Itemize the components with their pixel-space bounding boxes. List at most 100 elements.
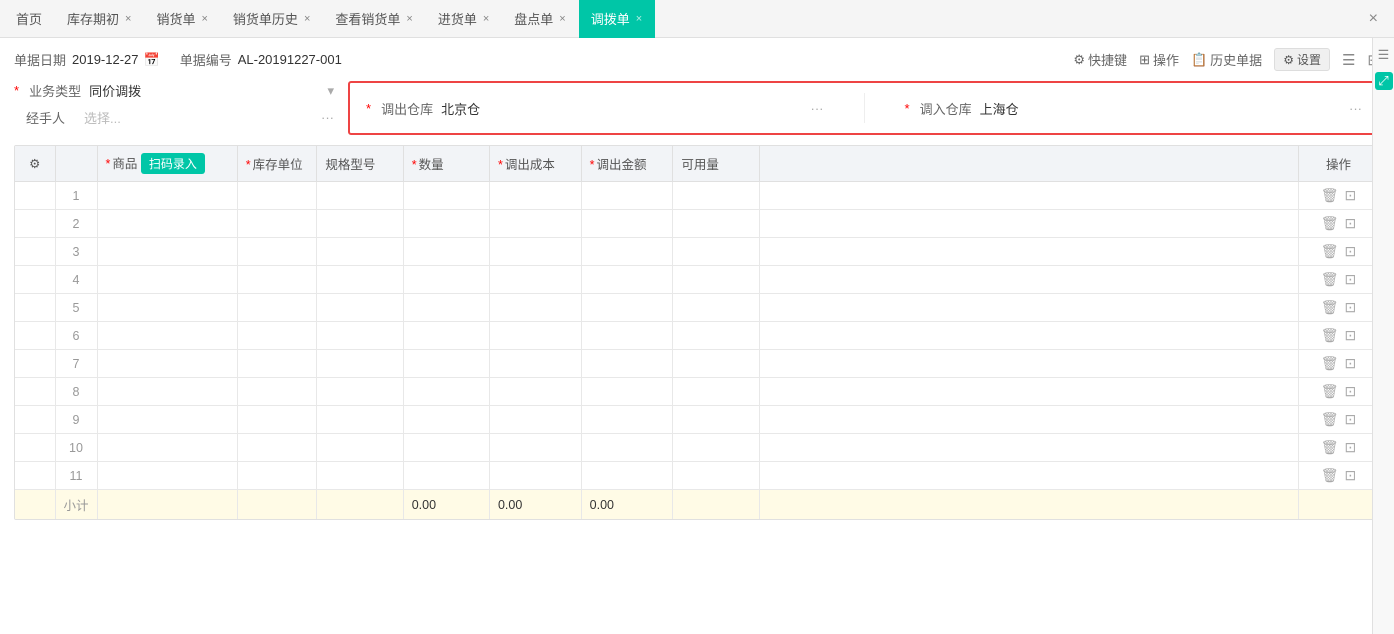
row-available-5[interactable] [673,294,759,322]
tab-transfer[interactable]: 调拨单 × [579,0,655,38]
calendar-icon[interactable]: 📅 [144,52,160,68]
row-cost-1[interactable] [489,182,581,210]
row-available-7[interactable] [673,350,759,378]
tab-sales-order[interactable]: 销货单 × [144,0,220,38]
ops-action[interactable]: ⊞ 操作 [1139,50,1179,69]
row-cost-2[interactable] [489,210,581,238]
in-warehouse-more-btn[interactable]: ··· [1349,101,1362,116]
row-product-6[interactable] [97,322,237,350]
row-spec-8[interactable] [317,378,403,406]
row-spec-4[interactable] [317,266,403,294]
row-unit-1[interactable] [237,182,317,210]
gear-icon[interactable]: ⚙ [29,157,40,171]
close-tab-stocktake[interactable]: × [559,13,565,25]
delete-icon-3[interactable]: 🗑 [1321,243,1339,260]
row-qty-8[interactable] [403,378,489,406]
copy-icon-11[interactable]: ⊡ [1345,467,1357,484]
close-tab-sales-history[interactable]: × [304,13,310,25]
row-qty-5[interactable] [403,294,489,322]
in-warehouse-value[interactable]: 上海仓 [980,99,1341,118]
row-cost-9[interactable] [489,406,581,434]
row-qty-2[interactable] [403,210,489,238]
row-spec-10[interactable] [317,434,403,462]
row-unit-10[interactable] [237,434,317,462]
delete-icon-6[interactable]: 🗑 [1321,327,1339,344]
row-unit-11[interactable] [237,462,317,490]
row-unit-5[interactable] [237,294,317,322]
delete-icon-7[interactable]: 🗑 [1321,355,1339,372]
tab-purchase[interactable]: 进货单 × [426,0,502,38]
row-spec-9[interactable] [317,406,403,434]
row-product-4[interactable] [97,266,237,294]
row-cost-8[interactable] [489,378,581,406]
close-all-tabs[interactable]: × [1357,10,1390,28]
delete-icon-1[interactable]: 🗑 [1321,187,1339,204]
date-value[interactable]: 2019-12-27 [72,52,139,67]
copy-icon-6[interactable]: ⊡ [1345,327,1357,344]
copy-icon-9[interactable]: ⊡ [1345,411,1357,428]
sidebar-expand-icon[interactable]: ⤢ [1375,72,1393,90]
delete-icon-5[interactable]: 🗑 [1321,299,1339,316]
row-amount-1[interactable] [581,182,673,210]
row-available-6[interactable] [673,322,759,350]
copy-icon-4[interactable]: ⊡ [1345,271,1357,288]
copy-icon-7[interactable]: ⊡ [1345,355,1357,372]
row-amount-4[interactable] [581,266,673,294]
copy-icon-8[interactable]: ⊡ [1345,383,1357,400]
row-spec-7[interactable] [317,350,403,378]
row-available-9[interactable] [673,406,759,434]
row-qty-1[interactable] [403,182,489,210]
row-amount-7[interactable] [581,350,673,378]
settings-button[interactable]: ⚙ 设置 [1274,48,1330,71]
tab-home[interactable]: 首页 [4,0,55,38]
delete-icon-9[interactable]: 🗑 [1321,411,1339,428]
business-type-dropdown[interactable]: ▾ [327,83,334,99]
row-amount-3[interactable] [581,238,673,266]
scan-button[interactable]: 扫码录入 [141,153,205,174]
row-qty-4[interactable] [403,266,489,294]
table-header-gear[interactable]: ⚙ [15,146,55,182]
row-unit-4[interactable] [237,266,317,294]
row-cost-11[interactable] [489,462,581,490]
row-product-5[interactable] [97,294,237,322]
row-qty-9[interactable] [403,406,489,434]
row-cost-7[interactable] [489,350,581,378]
copy-icon-10[interactable]: ⊡ [1345,439,1357,456]
close-tab-inventory-init[interactable]: × [125,13,131,25]
copy-icon-5[interactable]: ⊡ [1345,299,1357,316]
row-cost-3[interactable] [489,238,581,266]
row-available-8[interactable] [673,378,759,406]
row-available-2[interactable] [673,210,759,238]
close-tab-sales-order[interactable]: × [201,13,207,25]
tab-stocktake[interactable]: 盘点单 × [502,0,578,38]
row-spec-5[interactable] [317,294,403,322]
row-amount-6[interactable] [581,322,673,350]
copy-icon-2[interactable]: ⊡ [1345,215,1357,232]
shortcut-action[interactable]: ⚙ 快捷键 [1073,50,1127,69]
row-amount-2[interactable] [581,210,673,238]
copy-icon-1[interactable]: ⊡ [1345,187,1357,204]
delete-icon-4[interactable]: 🗑 [1321,271,1339,288]
row-amount-11[interactable] [581,462,673,490]
row-unit-3[interactable] [237,238,317,266]
out-warehouse-more-btn[interactable]: ··· [811,101,824,116]
row-qty-10[interactable] [403,434,489,462]
row-amount-8[interactable] [581,378,673,406]
handler-input[interactable]: 选择... [84,108,313,127]
row-unit-2[interactable] [237,210,317,238]
row-available-11[interactable] [673,462,759,490]
row-cost-4[interactable] [489,266,581,294]
row-cost-10[interactable] [489,434,581,462]
tab-sales-history[interactable]: 销货单历史 × [221,0,323,38]
delete-icon-2[interactable]: 🗑 [1321,215,1339,232]
row-spec-1[interactable] [317,182,403,210]
delete-icon-8[interactable]: 🗑 [1321,383,1339,400]
row-spec-6[interactable] [317,322,403,350]
row-unit-9[interactable] [237,406,317,434]
row-qty-11[interactable] [403,462,489,490]
row-amount-9[interactable] [581,406,673,434]
row-product-3[interactable] [97,238,237,266]
row-cost-5[interactable] [489,294,581,322]
close-tab-transfer[interactable]: × [636,13,642,25]
tab-view-sales[interactable]: 查看销货单 × [323,0,425,38]
